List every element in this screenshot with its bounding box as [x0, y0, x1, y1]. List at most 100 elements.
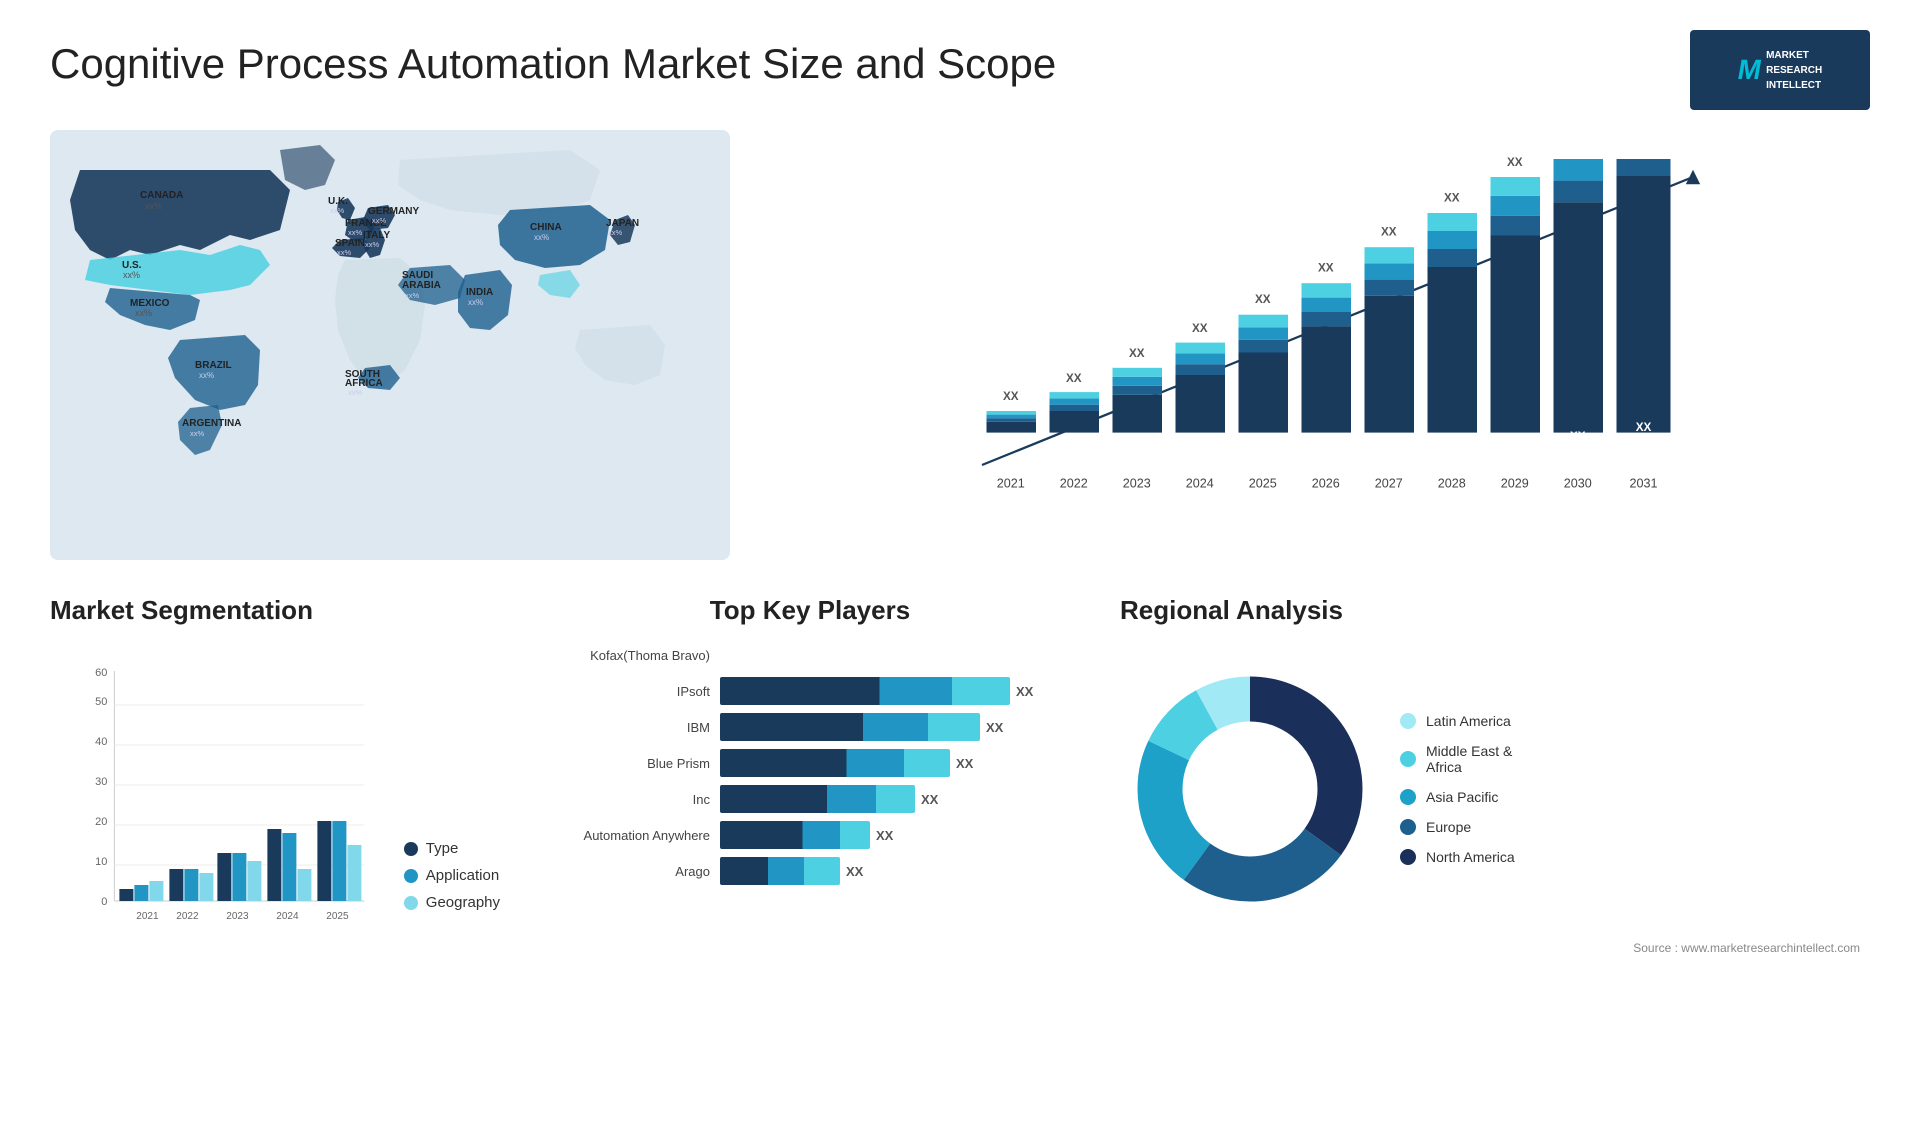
segmentation-title: Market Segmentation: [50, 595, 500, 626]
legend-label-geography: Geography: [426, 894, 500, 911]
player-value-inc: XX: [921, 792, 938, 807]
svg-text:2031: 2031: [1629, 477, 1657, 491]
svg-text:XX: XX: [1636, 421, 1652, 434]
dot-latin-america: [1400, 713, 1416, 729]
label-north-america: North America: [1426, 849, 1515, 865]
svg-text:2021: 2021: [136, 911, 159, 922]
svg-text:INDIA: INDIA: [466, 287, 493, 298]
svg-text:XX: XX: [1381, 226, 1397, 239]
growth-bar-chart: XX XX XX XX: [780, 150, 1850, 510]
svg-text:CANADA: CANADA: [140, 190, 183, 201]
svg-text:xx%: xx%: [145, 201, 162, 211]
svg-text:XX: XX: [1192, 322, 1208, 335]
player-value-ibm: XX: [986, 720, 1003, 735]
players-container: Top Key Players Kofax(Thoma Bravo) IPsof…: [540, 585, 1080, 965]
svg-text:xx%: xx%: [405, 291, 420, 300]
svg-text:2026: 2026: [1312, 477, 1340, 491]
legend-application: Application: [404, 867, 500, 884]
svg-text:XX: XX: [1507, 156, 1523, 169]
svg-text:XX: XX: [1066, 372, 1082, 385]
player-value-arago: XX: [846, 864, 863, 879]
seg-content: 0 10 20 30 40 50 60: [50, 641, 500, 941]
svg-text:50: 50: [95, 696, 107, 708]
svg-text:xx%: xx%: [330, 206, 345, 215]
page-title: Cognitive Process Automation Market Size…: [50, 40, 1056, 88]
donut-chart: [1120, 659, 1380, 919]
dot-asia-pacific: [1400, 789, 1416, 805]
svg-text:2030: 2030: [1564, 477, 1592, 491]
player-name-inc: Inc: [550, 792, 710, 807]
svg-text:CHINA: CHINA: [530, 222, 562, 233]
svg-text:xx%: xx%: [199, 371, 214, 380]
regional-legend: Latin America Middle East &Africa Asia P…: [1400, 713, 1515, 865]
player-bar-blueprism: XX: [720, 749, 1070, 777]
legend-type: Type: [404, 840, 500, 857]
svg-text:xx%: xx%: [348, 228, 363, 237]
legend-dot-type: [404, 842, 418, 856]
world-map-container: CANADA xx% U.S. xx% MEXICO xx% U.K. xx% …: [50, 130, 730, 560]
svg-text:XX: XX: [1255, 293, 1271, 306]
svg-text:2022: 2022: [176, 911, 199, 922]
svg-text:XX: XX: [1570, 430, 1586, 443]
svg-text:2023: 2023: [226, 911, 249, 922]
legend-geography: Geography: [404, 894, 500, 911]
svg-text:40: 40: [95, 736, 107, 748]
world-map-svg: CANADA xx% U.S. xx% MEXICO xx% U.K. xx% …: [50, 130, 730, 560]
svg-text:XX: XX: [1129, 347, 1145, 360]
player-bar-inc: XX: [720, 785, 1070, 813]
player-row-kofax: Kofax(Thoma Bravo): [550, 641, 1070, 669]
seg-legend: Type Application Geography: [404, 840, 500, 941]
svg-text:XX: XX: [1318, 262, 1334, 275]
segmentation-chart: 0 10 20 30 40 50 60: [50, 661, 389, 941]
player-row-blueprism: Blue Prism XX: [550, 749, 1070, 777]
player-bar-automation: XX: [720, 821, 1070, 849]
player-value-ipsoft: XX: [1016, 684, 1033, 699]
player-value-blueprism: XX: [956, 756, 973, 771]
player-name-automation: Automation Anywhere: [550, 828, 710, 843]
player-bar-ibm: XX: [720, 713, 1070, 741]
source-text: Source : www.marketresearchintellect.com: [1120, 941, 1860, 955]
label-middle-east-africa: Middle East &Africa: [1426, 743, 1512, 775]
player-name-blueprism: Blue Prism: [550, 756, 710, 771]
regional-content: Latin America Middle East &Africa Asia P…: [1120, 641, 1860, 936]
svg-text:xx%: xx%: [534, 233, 549, 242]
svg-text:10: 10: [95, 856, 107, 868]
player-row-inc: Inc XX: [550, 785, 1070, 813]
svg-text:XX: XX: [1444, 191, 1460, 204]
svg-text:xx%: xx%: [348, 388, 363, 397]
player-row-ipsoft: IPsoft XX: [550, 677, 1070, 705]
player-name-ibm: IBM: [550, 720, 710, 735]
dot-north-america: [1400, 849, 1416, 865]
legend-dot-geography: [404, 896, 418, 910]
donut-chart-wrap: [1120, 659, 1380, 919]
player-bar-arago: XX: [720, 857, 1070, 885]
dot-middle-east-africa: [1400, 751, 1416, 767]
players-list: Kofax(Thoma Bravo) IPsoft XX IB: [550, 641, 1070, 885]
logo-text: MARKET RESEARCH INTELLECT: [1766, 48, 1822, 93]
legend-middle-east-africa: Middle East &Africa: [1400, 743, 1515, 775]
player-value-automation: XX: [876, 828, 893, 843]
svg-text:30: 30: [95, 776, 107, 788]
svg-text:0: 0: [101, 896, 107, 908]
logo-box: M MARKET RESEARCH INTELLECT: [1690, 30, 1870, 110]
bottom-section: Market Segmentation 0 10 20 30 40 50 60: [50, 585, 1870, 965]
svg-text:XX: XX: [1003, 390, 1019, 403]
segmentation-container: Market Segmentation 0 10 20 30 40 50 60: [50, 585, 510, 965]
regional-container: Regional Analysis: [1110, 585, 1870, 965]
svg-text:2022: 2022: [1060, 477, 1088, 491]
player-row-automation: Automation Anywhere XX: [550, 821, 1070, 849]
legend-label-type: Type: [426, 840, 459, 857]
header: Cognitive Process Automation Market Size…: [50, 30, 1870, 110]
player-name-ipsoft: IPsoft: [550, 684, 710, 699]
player-name-arago: Arago: [550, 864, 710, 879]
svg-text:ARABIA: ARABIA: [402, 280, 441, 291]
svg-text:2024: 2024: [1186, 477, 1214, 491]
player-name-kofax: Kofax(Thoma Bravo): [550, 648, 710, 663]
svg-text:xx%: xx%: [190, 429, 205, 438]
svg-text:xx%: xx%: [372, 216, 387, 225]
svg-text:2028: 2028: [1438, 477, 1466, 491]
svg-text:2021: 2021: [997, 477, 1025, 491]
svg-text:xx%: xx%: [135, 308, 152, 318]
player-row-arago: Arago XX: [550, 857, 1070, 885]
svg-text:xx%: xx%: [468, 298, 483, 307]
